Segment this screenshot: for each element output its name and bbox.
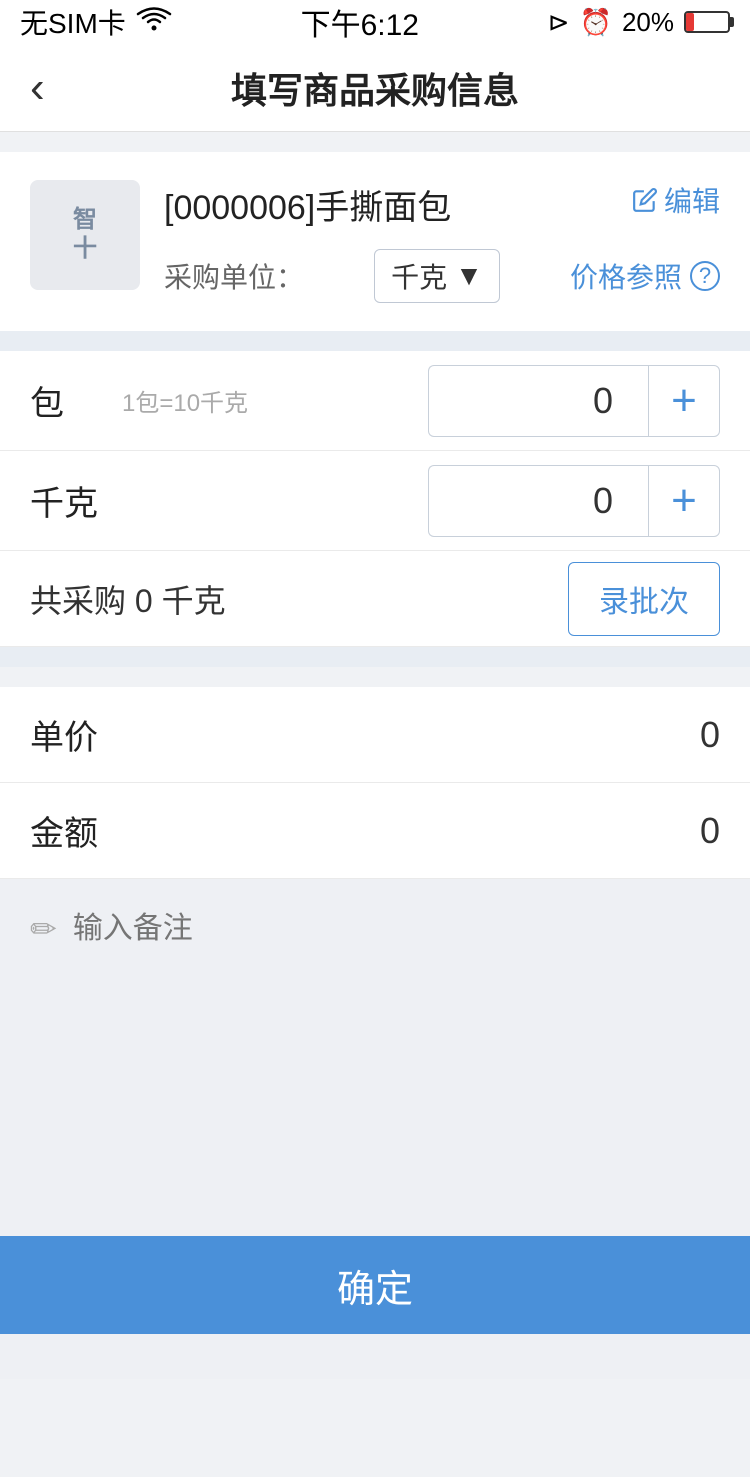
pack-label: 包 [30, 376, 110, 425]
battery-icon [684, 7, 730, 38]
confirm-button[interactable]: 确定 [0, 1236, 750, 1334]
wifi-icon [136, 5, 172, 40]
kg-plus-button[interactable]: + [648, 465, 720, 537]
kg-input[interactable] [428, 465, 648, 537]
notes-section[interactable]: ✏ [0, 879, 750, 979]
product-name: [0000006]手撕面包 [164, 180, 451, 229]
nav-bar: ‹ 填写商品采购信息 [0, 44, 750, 132]
battery-percent: 20% [622, 7, 674, 38]
time-display: 下午6:12 [301, 0, 419, 44]
amount-row: 金额 0 [0, 783, 750, 879]
pack-input-section: 包 1包=10千克 + 千克 + [0, 351, 750, 551]
kg-input-box: + [428, 465, 720, 537]
section-divider-2 [0, 647, 750, 667]
amount-label: 金额 [30, 806, 700, 855]
pack-row: 包 1包=10千克 + [0, 351, 750, 451]
total-amount-text: 共采购 0 千克 [30, 576, 568, 622]
page-title: 填写商品采购信息 [231, 62, 519, 114]
total-row: 共采购 0 千克 录批次 [0, 551, 750, 647]
amount-value: 0 [700, 810, 720, 852]
alarm-icon: ⏰ [580, 7, 612, 38]
unit-price-value: 0 [700, 714, 720, 756]
pack-sublabel: 1包=10千克 [122, 383, 428, 418]
pack-input[interactable] [428, 365, 648, 437]
section-divider-1 [0, 331, 750, 351]
help-icon: ? [690, 261, 720, 291]
record-batch-button[interactable]: 录批次 [568, 562, 720, 636]
kg-label: 千克 [30, 476, 110, 525]
back-button[interactable]: ‹ [30, 66, 45, 110]
unit-select[interactable]: 千克 ▼ [374, 249, 500, 303]
pack-input-box: + [428, 365, 720, 437]
unit-price-label: 单价 [30, 710, 700, 759]
edit-button[interactable]: 编辑 [632, 180, 720, 220]
kg-row: 千克 + [0, 451, 750, 551]
sim-status: 无SIM卡 [20, 2, 126, 42]
location-icon: ⊳ [548, 7, 570, 38]
pack-plus-button[interactable]: + [648, 365, 720, 437]
confirm-button-label: 确定 [337, 1258, 413, 1313]
price-section: 单价 0 金额 0 [0, 687, 750, 879]
bottom-spacer [0, 1379, 750, 1477]
product-info: [0000006]手撕面包 编辑 采购单位： 千克 ▼ 价格参照 ? [164, 180, 720, 303]
status-bar: 无SIM卡 下午6:12 ⊳ ⏰ 20% [0, 0, 750, 44]
unit-label: 采购单位： [164, 256, 304, 296]
product-logo: 智 十 [73, 206, 97, 264]
price-reference-button[interactable]: 价格参照 ? [570, 256, 720, 296]
pencil-icon: ✏ [30, 910, 57, 948]
product-image: 智 十 [30, 180, 140, 290]
notes-input[interactable] [73, 912, 720, 946]
unit-price-row: 单价 0 [0, 687, 750, 783]
chevron-down-icon: ▼ [455, 260, 483, 292]
product-card: 智 十 [0000006]手撕面包 编辑 采购单位： 千克 ▼ 价格参照 ? [0, 152, 750, 331]
